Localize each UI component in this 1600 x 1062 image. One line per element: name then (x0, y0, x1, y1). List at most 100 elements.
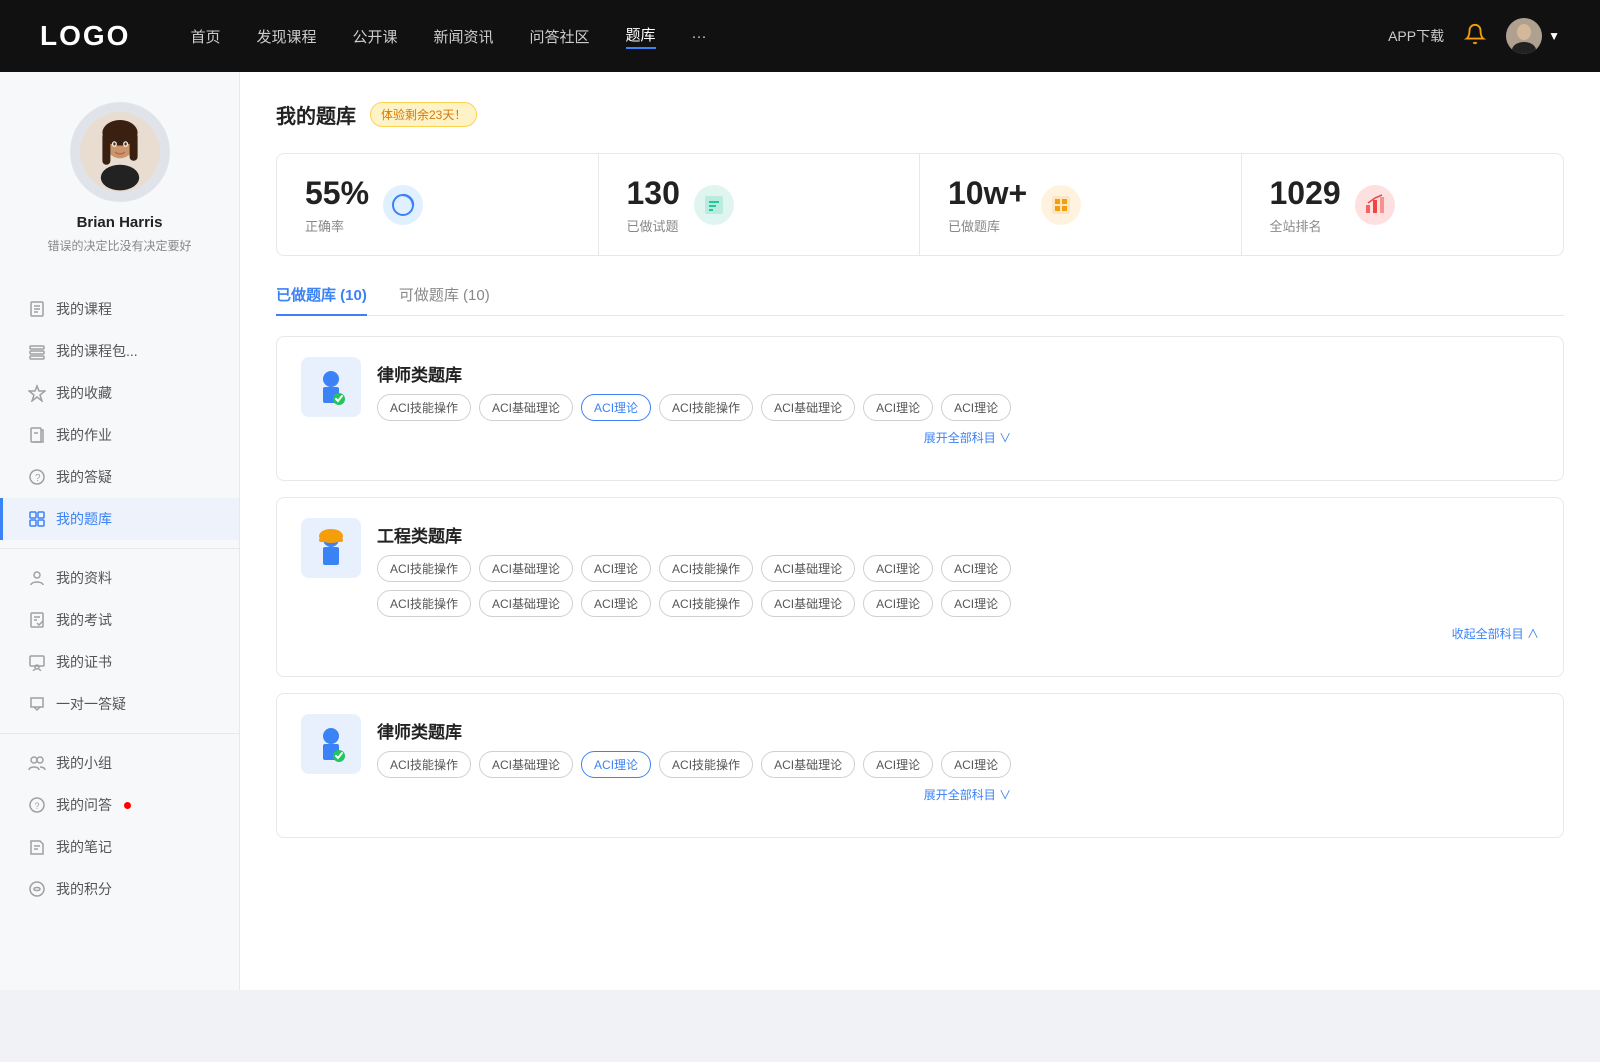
tag-1-3[interactable]: ACI理论 (581, 394, 651, 421)
qbank-header-1: 律师类题库 ACI技能操作 ACI基础理论 ACI理论 ACI技能操作 ACI基… (301, 357, 1539, 446)
sidebar-item-homework[interactable]: 我的作业 (0, 414, 239, 456)
expand-btn-3[interactable]: 展开全部科目 ∨ (377, 786, 1011, 803)
tag-2a-4[interactable]: ACI技能操作 (659, 555, 753, 582)
qbank-tags-2a: ACI技能操作 ACI基础理论 ACI理论 ACI技能操作 ACI基础理论 AC… (377, 555, 1539, 582)
user-profile: Brian Harris 错误的决定比没有决定要好 (0, 102, 239, 278)
qbank-tags-1: ACI技能操作 ACI基础理论 ACI理论 ACI技能操作 ACI基础理论 AC… (377, 394, 1011, 421)
sidebar-item-exam[interactable]: 我的考试 (0, 599, 239, 641)
chevron-down-icon: ▼ (1548, 29, 1560, 43)
sidebar-item-profile[interactable]: 我的资料 (0, 557, 239, 599)
nav-questions[interactable]: 题库 (626, 24, 656, 49)
tag-3-2[interactable]: ACI基础理论 (479, 751, 573, 778)
qbank-card-1: 律师类题库 ACI技能操作 ACI基础理论 ACI理论 ACI技能操作 ACI基… (276, 336, 1564, 481)
notification-bell[interactable] (1464, 23, 1486, 50)
sidebar-item-cert[interactable]: 我的证书 (0, 641, 239, 683)
tag-1-6[interactable]: ACI理论 (863, 394, 933, 421)
trial-badge: 体验剩余23天！ (370, 102, 477, 127)
sidebar-item-qbank[interactable]: 我的题库 (0, 498, 239, 540)
app-download-link[interactable]: APP下载 (1388, 26, 1444, 46)
nav-qa[interactable]: 问答社区 (530, 26, 590, 47)
stat-banks-done: 10w+ 已做题库 (920, 154, 1242, 255)
tag-2a-7[interactable]: ACI理论 (941, 555, 1011, 582)
accuracy-icon (383, 185, 423, 225)
tag-1-2[interactable]: ACI基础理论 (479, 394, 573, 421)
tab-done[interactable]: 已做题库 (10) (276, 284, 367, 315)
tag-2b-5[interactable]: ACI基础理论 (761, 590, 855, 617)
user-avatar-sidebar (70, 102, 170, 202)
stat-questions-done-label: 已做试题 (627, 216, 680, 235)
qbank-title-3: 律师类题库 (377, 718, 1011, 743)
sidebar-item-favorites[interactable]: 我的收藏 (0, 372, 239, 414)
sidebar-item-qa[interactable]: ? 我的问答 (0, 784, 239, 826)
tag-2a-3[interactable]: ACI理论 (581, 555, 651, 582)
qa-badge (124, 802, 131, 809)
stat-accuracy-label: 正确率 (305, 216, 369, 235)
tag-2a-2[interactable]: ACI基础理论 (479, 555, 573, 582)
tag-2a-6[interactable]: ACI理论 (863, 555, 933, 582)
tag-1-5[interactable]: ACI基础理论 (761, 394, 855, 421)
sidebar-menu: 我的课程 我的课程包... 我的收藏 (0, 288, 239, 910)
qbank-tags-2b: ACI技能操作 ACI基础理论 ACI理论 ACI技能操作 ACI基础理论 AC… (377, 590, 1539, 617)
tag-3-4[interactable]: ACI技能操作 (659, 751, 753, 778)
qbank-tags-3: ACI技能操作 ACI基础理论 ACI理论 ACI技能操作 ACI基础理论 AC… (377, 751, 1011, 778)
user-motto: 错误的决定比没有决定要好 (20, 237, 219, 254)
qbank-icon-3 (301, 714, 361, 774)
qbank-title-2: 工程类题库 (377, 522, 1539, 547)
tabs-row: 已做题库 (10) 可做题库 (10) (276, 284, 1564, 316)
stat-rank-text: 1029 全站排名 (1270, 174, 1341, 235)
nav-more[interactable]: ··· (692, 28, 707, 45)
tag-3-1[interactable]: ACI技能操作 (377, 751, 471, 778)
tag-1-7[interactable]: ACI理论 (941, 394, 1011, 421)
page-body: Brian Harris 错误的决定比没有决定要好 我的课程 (0, 72, 1600, 990)
rank-icon (1355, 185, 1395, 225)
stat-questions-done-text: 130 已做试题 (627, 174, 680, 235)
tag-2a-5[interactable]: ACI基础理论 (761, 555, 855, 582)
stat-questions-done-value: 130 (627, 174, 680, 212)
tag-3-7[interactable]: ACI理论 (941, 751, 1011, 778)
stat-accuracy-text: 55% 正确率 (305, 174, 369, 235)
tag-2b-7[interactable]: ACI理论 (941, 590, 1011, 617)
tag-2b-2[interactable]: ACI基础理论 (479, 590, 573, 617)
tag-3-6[interactable]: ACI理论 (863, 751, 933, 778)
sidebar-label-homework: 我的作业 (56, 425, 112, 445)
tag-1-4[interactable]: ACI技能操作 (659, 394, 753, 421)
tag-3-5[interactable]: ACI基础理论 (761, 751, 855, 778)
sidebar-label-cert: 我的证书 (56, 652, 112, 672)
sidebar-item-notes[interactable]: 我的笔记 (0, 826, 239, 868)
qbank-header-3: 律师类题库 ACI技能操作 ACI基础理论 ACI理论 ACI技能操作 ACI基… (301, 714, 1539, 803)
sidebar-item-group[interactable]: 我的小组 (0, 742, 239, 784)
sidebar-item-ask[interactable]: ? 我的答疑 (0, 456, 239, 498)
nav-home[interactable]: 首页 (190, 26, 220, 47)
sidebar-item-courses[interactable]: 我的课程 (0, 288, 239, 330)
sidebar-label-course-pkg: 我的课程包... (56, 341, 138, 361)
user-avatar-header[interactable]: ▼ (1506, 18, 1560, 54)
sidebar-item-1on1[interactable]: 一对一答疑 (0, 683, 239, 725)
expand-btn-1[interactable]: 展开全部科目 ∨ (377, 429, 1011, 446)
avatar-image (1506, 18, 1542, 54)
sidebar-item-course-pkg[interactable]: 我的课程包... (0, 330, 239, 372)
sidebar-label-exam: 我的考试 (56, 610, 112, 630)
qbank-card-3: 律师类题库 ACI技能操作 ACI基础理论 ACI理论 ACI技能操作 ACI基… (276, 693, 1564, 838)
nav-news[interactable]: 新闻资讯 (434, 26, 494, 47)
tab-available[interactable]: 可做题库 (10) (399, 284, 490, 315)
nav-open-course[interactable]: 公开课 (352, 26, 397, 47)
sidebar-label-qbank: 我的题库 (56, 509, 112, 529)
sidebar-item-points[interactable]: 我的积分 (0, 868, 239, 910)
tag-2b-1[interactable]: ACI技能操作 (377, 590, 471, 617)
tag-2b-3[interactable]: ACI理论 (581, 590, 651, 617)
main-header: LOGO 首页 发现课程 公开课 新闻资讯 问答社区 题库 ··· APP下载 … (0, 0, 1600, 72)
sidebar-label-ask: 我的答疑 (56, 467, 112, 487)
tag-2a-1[interactable]: ACI技能操作 (377, 555, 471, 582)
tag-2b-4[interactable]: ACI技能操作 (659, 590, 753, 617)
sidebar-label-qa: 我的问答 (56, 795, 112, 815)
tag-1-1[interactable]: ACI技能操作 (377, 394, 471, 421)
banks-done-icon (1041, 185, 1081, 225)
sidebar-label-1on1: 一对一答疑 (56, 694, 126, 714)
sidebar-label-notes: 我的笔记 (56, 837, 112, 857)
logo: LOGO (40, 20, 130, 52)
stat-banks-done-value: 10w+ (948, 174, 1027, 212)
tag-2b-6[interactable]: ACI理论 (863, 590, 933, 617)
nav-discover[interactable]: 发现课程 (256, 26, 316, 47)
tag-3-3[interactable]: ACI理论 (581, 751, 651, 778)
collapse-btn-2[interactable]: 收起全部科目 ∧ (377, 625, 1539, 642)
